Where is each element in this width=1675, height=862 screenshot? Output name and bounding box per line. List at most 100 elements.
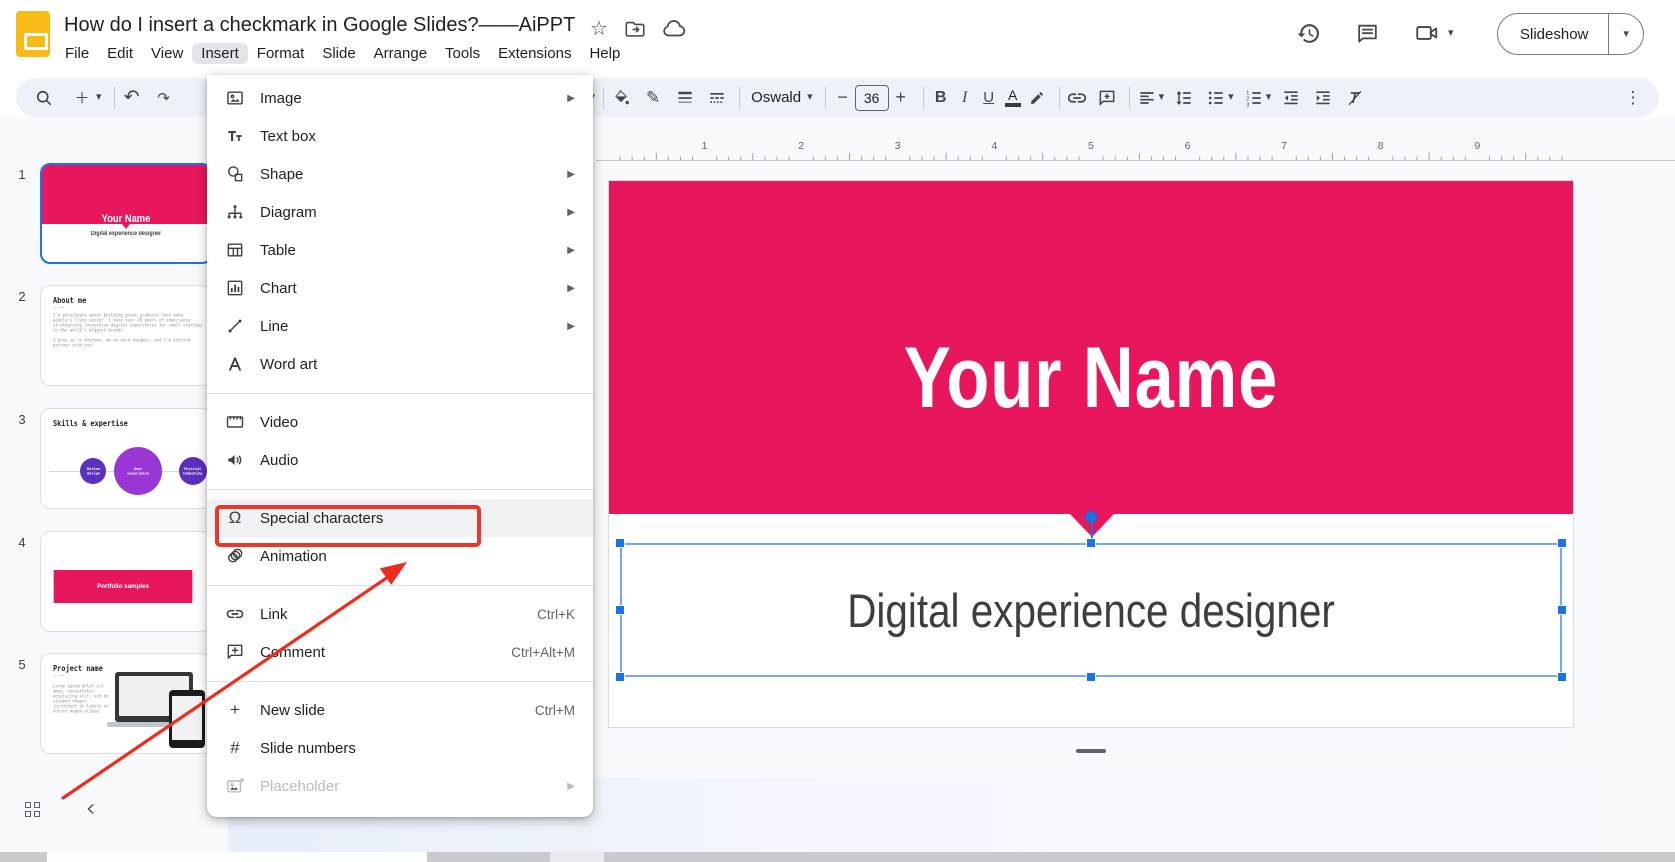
- font-family-caret-icon[interactable]: ▾: [807, 92, 813, 103]
- slide-thumbnail-5[interactable]: Project name – – Lorem ipsum dolor sit a…: [40, 653, 212, 754]
- menu-item-comment[interactable]: Comment Ctrl+Alt+M: [207, 633, 593, 671]
- slideshow-button[interactable]: Slideshow: [1498, 26, 1608, 43]
- menubar-item-tools[interactable]: Tools: [436, 43, 489, 64]
- menu-item-chart[interactable]: Chart ▶: [207, 269, 593, 307]
- subtitle-textbox[interactable]: Digital experience designer: [620, 543, 1562, 677]
- bulleted-list-icon[interactable]: [1204, 84, 1228, 112]
- menu-item-text-box[interactable]: Text box: [207, 117, 593, 155]
- decrease-font-size-button[interactable]: −: [831, 84, 855, 112]
- selection-handle[interactable]: [615, 605, 625, 615]
- underline-button[interactable]: U: [977, 84, 1001, 112]
- menubar-item-edit[interactable]: Edit: [98, 43, 142, 64]
- fill-color-icon[interactable]: [609, 84, 633, 112]
- border-color-icon[interactable]: ✎: [641, 84, 665, 112]
- new-slide-caret-icon[interactable]: ▾: [96, 92, 102, 103]
- text-color-button[interactable]: A: [1001, 84, 1025, 112]
- align-caret-icon[interactable]: ▾: [1159, 92, 1165, 103]
- animation-icon: [223, 546, 247, 566]
- menu-item-line[interactable]: Line ▶: [207, 307, 593, 345]
- toolbar-more-icon[interactable]: ⋮: [1621, 84, 1645, 112]
- insert-link-icon[interactable]: [1065, 84, 1089, 112]
- star-icon[interactable]: ☆: [590, 16, 608, 41]
- grid-view-icon[interactable]: [25, 802, 43, 820]
- menu-item-label: Chart: [260, 279, 297, 297]
- menu-item-diagram[interactable]: Diagram ▶: [207, 193, 593, 231]
- menu-item-label: Diagram: [260, 203, 317, 221]
- menu-item-link[interactable]: Link Ctrl+K: [207, 595, 593, 633]
- menubar-item-format[interactable]: Format: [248, 43, 314, 64]
- notes-resize-handle[interactable]: [1076, 749, 1106, 753]
- highlight-color-icon[interactable]: [1025, 84, 1049, 112]
- svg-text:3: 3: [1246, 102, 1249, 108]
- selection-handle[interactable]: [1557, 605, 1567, 615]
- slide-subtitle-text[interactable]: Digital experience designer: [688, 545, 1495, 675]
- slideshow-dropdown[interactable]: ▾: [1609, 28, 1643, 40]
- table-icon: [223, 240, 247, 260]
- font-family-select[interactable]: Oswald: [745, 89, 807, 106]
- menubar-item-slide[interactable]: Slide: [313, 43, 364, 64]
- selection-handle[interactable]: [1557, 672, 1567, 682]
- menu-separator: [207, 383, 593, 403]
- clear-formatting-icon[interactable]: [1343, 84, 1367, 112]
- thumbnail-number: 3: [18, 412, 26, 427]
- bulleted-list-caret-icon[interactable]: ▾: [1228, 92, 1234, 103]
- menubar-item-help[interactable]: Help: [580, 43, 629, 64]
- cloud-saved-icon[interactable]: [662, 17, 686, 41]
- comments-icon[interactable]: [1355, 21, 1380, 46]
- menu-item-word-art[interactable]: Word art: [207, 345, 593, 383]
- slide-thumbnail-1[interactable]: Your Name Digital experience designer: [40, 163, 212, 264]
- menu-item-table[interactable]: Table ▶: [207, 231, 593, 269]
- menu-item-video[interactable]: Video: [207, 403, 593, 441]
- menu-item-placeholder[interactable]: Placeholder ▶: [207, 767, 593, 805]
- slide-thumbnail-4[interactable]: Portfolio samples: [40, 531, 212, 632]
- svg-text:4: 4: [991, 140, 997, 152]
- italic-button[interactable]: I: [953, 84, 977, 112]
- numbered-list-caret-icon[interactable]: ▾: [1266, 92, 1272, 103]
- google-slides-logo: [16, 11, 50, 57]
- line-spacing-icon[interactable]: [1172, 84, 1196, 112]
- menubar-item-file[interactable]: File: [56, 43, 98, 64]
- move-folder-icon[interactable]: [624, 18, 646, 40]
- menu-item-image[interactable]: Image ▶: [207, 79, 593, 117]
- meet-caret-icon[interactable]: ▾: [1448, 27, 1454, 39]
- undo-icon[interactable]: ↶: [120, 84, 144, 112]
- selection-handle[interactable]: [615, 672, 625, 682]
- align-icon[interactable]: [1135, 84, 1159, 112]
- rotation-handle[interactable]: [1085, 511, 1097, 523]
- menubar-item-arrange[interactable]: Arrange: [365, 43, 436, 64]
- menubar-item-insert[interactable]: Insert: [192, 42, 248, 64]
- slide-thumbnail-3[interactable]: Skills & expertise Motion design User exp…: [40, 408, 212, 509]
- insert-comment-icon[interactable]: [1095, 84, 1119, 112]
- selection-handle[interactable]: [1086, 672, 1096, 682]
- collapse-filmstrip-icon[interactable]: [82, 800, 100, 818]
- menu-item-slide-numbers[interactable]: # Slide numbers: [207, 729, 593, 767]
- bold-button[interactable]: B: [929, 84, 953, 112]
- redo-icon[interactable]: ↷: [152, 84, 176, 112]
- slide-editor[interactable]: Your Name Digital experience designer: [608, 180, 1574, 728]
- menu-item-audio[interactable]: Audio: [207, 441, 593, 479]
- increase-font-size-button[interactable]: +: [889, 84, 913, 112]
- menu-item-shape[interactable]: Shape ▶: [207, 155, 593, 193]
- menu-item-new-slide[interactable]: + New slide Ctrl+M: [207, 691, 593, 729]
- menubar-item-extensions[interactable]: Extensions: [489, 43, 580, 64]
- document-title[interactable]: How do I insert a checkmark in Google Sl…: [64, 14, 575, 37]
- font-size-input[interactable]: 36: [854, 84, 889, 111]
- new-slide-plus-icon[interactable]: ＋: [70, 84, 94, 112]
- selection-handle[interactable]: [1086, 538, 1096, 548]
- decrease-indent-icon[interactable]: [1279, 84, 1303, 112]
- selection-handle[interactable]: [615, 538, 625, 548]
- slide-thumbnail-2[interactable]: About me – – I'm passionate about buildi…: [40, 285, 212, 386]
- insert-menu: Image ▶ Text box Shape ▶ Diagram ▶ Table ▶ Chart ▶…: [207, 75, 593, 817]
- numbered-list-icon[interactable]: 123: [1242, 84, 1266, 112]
- selection-handle[interactable]: [1557, 538, 1567, 548]
- border-weight-icon[interactable]: [673, 84, 697, 112]
- version-history-icon[interactable]: [1296, 21, 1321, 46]
- increase-indent-icon[interactable]: [1311, 84, 1335, 112]
- border-dash-icon[interactable]: [705, 84, 729, 112]
- slide-title-text[interactable]: Your Name: [696, 181, 1486, 514]
- search-menus-icon[interactable]: [32, 84, 56, 112]
- meet-camera-icon[interactable]: [1414, 20, 1440, 46]
- menubar-item-view[interactable]: View: [142, 43, 192, 64]
- bottom-strip-window: [47, 852, 427, 862]
- svg-text:6: 6: [1185, 140, 1191, 152]
